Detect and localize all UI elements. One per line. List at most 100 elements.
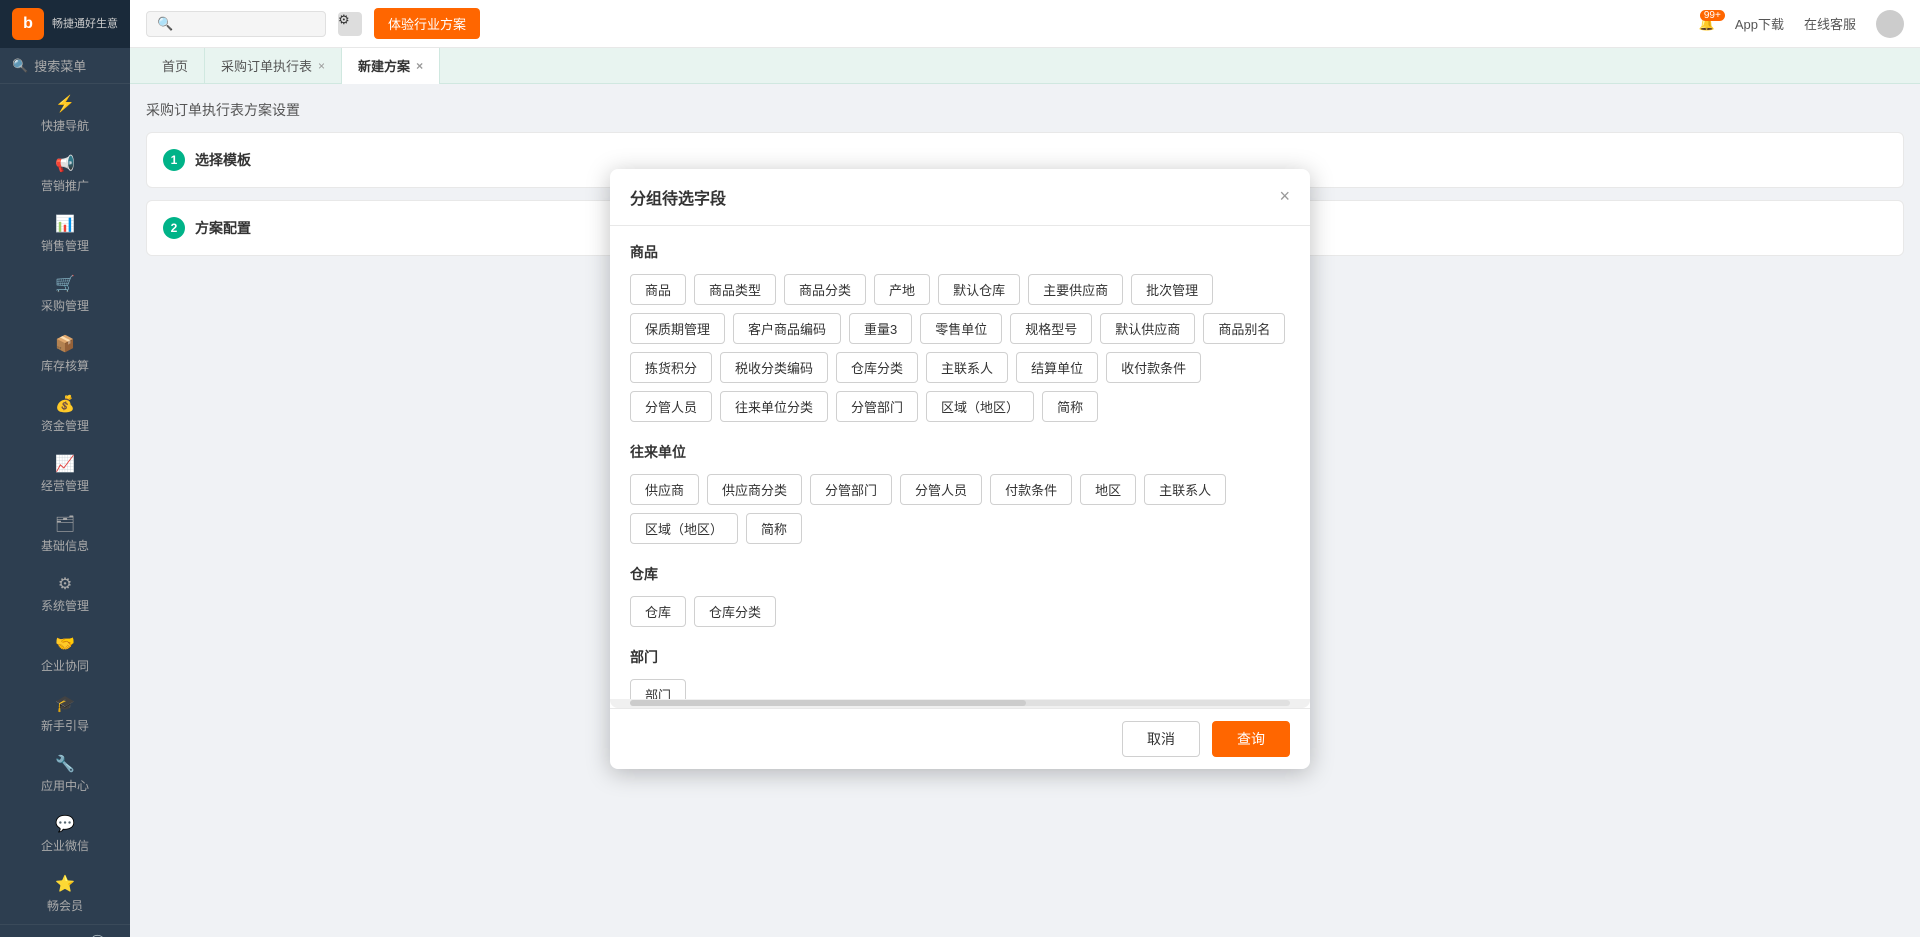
step1-num: 1: [163, 149, 185, 171]
field-tags-partner: 供应商供应商分类分管部门分管人员付款条件地区主联系人区域（地区） 简称: [630, 474, 1290, 544]
sidebar-search[interactable]: 🔍 搜索菜单: [0, 48, 130, 84]
field-tag[interactable]: 税收分类编码: [720, 352, 828, 383]
field-tag[interactable]: 仓库分类: [694, 596, 776, 627]
field-tag[interactable]: 往来单位分类: [720, 391, 828, 422]
field-tag[interactable]: 商品: [630, 274, 686, 305]
field-tags-department: 部门: [630, 679, 1290, 700]
field-tag[interactable]: 保质期管理: [630, 313, 725, 344]
field-tag[interactable]: 主联系人: [926, 352, 1008, 383]
field-tag[interactable]: 区域（地区）: [630, 513, 738, 544]
sidebar-item-hui[interactable]: ⭐畅会员: [0, 864, 130, 924]
field-tag[interactable]: 供应商: [630, 474, 699, 505]
tab-purchase[interactable]: 采购订单执行表×: [205, 48, 342, 84]
modal-body: 商品商品商品类型商品分类产地默认仓库主要供应商批次管理保质期管理客户商品编码重量…: [610, 226, 1310, 700]
field-tag[interactable]: 分管人员: [900, 474, 982, 505]
field-group-goods: 商品商品商品类型商品分类产地默认仓库主要供应商批次管理保质期管理客户商品编码重量…: [630, 242, 1290, 422]
modal-close-btn[interactable]: ×: [1279, 186, 1290, 207]
topbar-gear-icon[interactable]: ⚙: [338, 12, 362, 36]
field-tag[interactable]: 默认供应商: [1100, 313, 1195, 344]
logo-icon: b: [12, 8, 44, 40]
field-group-title-department: 部门: [630, 647, 1290, 667]
sidebar-item-yingyong[interactable]: 🔧应用中心: [0, 744, 130, 804]
topbar: 🔍 ⚙ 体验行业方案 🔔99+ App下载 在线客服: [130, 0, 1920, 48]
field-tag[interactable]: 仓库: [630, 596, 686, 627]
step2-num: 2: [163, 217, 185, 239]
user-avatar[interactable]: [1876, 10, 1904, 38]
field-tag[interactable]: 客户商品编码: [733, 313, 841, 344]
field-tag[interactable]: 收付款条件: [1106, 352, 1201, 383]
modal-hscrollbar[interactable]: [610, 699, 1310, 707]
sidebar-item-xitong[interactable]: ⚙系统管理: [0, 564, 130, 624]
modal-header: 分组待选字段 ×: [610, 169, 1310, 226]
confirm-button[interactable]: 查询: [1212, 721, 1290, 757]
field-group-title-partner: 往来单位: [630, 442, 1290, 462]
field-tag[interactable]: 重量3: [849, 313, 912, 344]
modal-title: 分组待选字段: [630, 185, 726, 209]
field-tag[interactable]: 付款条件: [990, 474, 1072, 505]
field-select-modal: 分组待选字段 × 商品商品商品类型商品分类产地默认仓库主要供应商批次管理保质期管…: [610, 169, 1310, 769]
logo-text: 畅捷通好生意: [52, 17, 118, 31]
field-tag[interactable]: 地区: [1080, 474, 1136, 505]
sidebar-item-caigou[interactable]: 🛒采购管理: [0, 264, 130, 324]
cancel-button[interactable]: 取消: [1122, 721, 1200, 757]
sidebar-item-jichu[interactable]: 🗂基础信息: [0, 504, 130, 564]
breadcrumb: 采购订单执行表方案设置: [146, 100, 1904, 120]
tab-home[interactable]: 首页: [146, 48, 205, 84]
sidebar-item-kuaijie[interactable]: ⚡快捷导航: [0, 84, 130, 144]
sidebar-bottom: ⚙ 🔊: [0, 924, 130, 937]
field-group-department: 部门部门: [630, 647, 1290, 700]
sidebar-item-yingxiao[interactable]: 📢营销推广: [0, 144, 130, 204]
search-icon: 🔍: [12, 58, 28, 74]
step1-label: 选择模板: [195, 150, 251, 170]
field-tag[interactable]: 商品分类: [784, 274, 866, 305]
field-tag[interactable]: 分管部门: [810, 474, 892, 505]
step2-label: 方案配置: [195, 218, 251, 238]
field-tag[interactable]: 规格型号: [1010, 313, 1092, 344]
field-tag[interactable]: 商品类型: [694, 274, 776, 305]
sidebar-search-label: 搜索菜单: [34, 56, 86, 75]
field-group-title-goods: 商品: [630, 242, 1290, 262]
experience-btn[interactable]: 体验行业方案: [374, 8, 480, 39]
field-tag[interactable]: 区域（地区）: [926, 391, 1034, 422]
field-tag[interactable]: 产地: [874, 274, 930, 305]
field-group-title-warehouse: 仓库: [630, 564, 1290, 584]
field-tag[interactable]: 批次管理: [1131, 274, 1213, 305]
field-tag[interactable]: 结算单位: [1016, 352, 1098, 383]
tab-close-icon[interactable]: ×: [416, 59, 423, 73]
topbar-search-input[interactable]: [179, 16, 299, 31]
online-service-link[interactable]: 在线客服: [1804, 14, 1856, 33]
sidebar-item-zijin[interactable]: 💰资金管理: [0, 384, 130, 444]
field-tags-goods: 商品商品类型商品分类产地默认仓库主要供应商批次管理保质期管理客户商品编码重量3 零…: [630, 274, 1290, 422]
sidebar-item-kucun[interactable]: 📦库存核算: [0, 324, 130, 384]
field-tag[interactable]: 供应商分类: [707, 474, 802, 505]
sidebar-item-xiaoshou[interactable]: 📊销售管理: [0, 204, 130, 264]
field-group-partner: 往来单位供应商供应商分类分管部门分管人员付款条件地区主联系人区域（地区） 简称: [630, 442, 1290, 544]
field-tag[interactable]: 拣货积分: [630, 352, 712, 383]
app-logo: b 畅捷通好生意: [0, 0, 130, 48]
topbar-search[interactable]: 🔍: [146, 11, 326, 37]
field-tag[interactable]: 商品别名: [1203, 313, 1285, 344]
field-tag[interactable]: 零售单位: [920, 313, 1002, 344]
modal-footer: 取消 查询: [610, 708, 1310, 769]
field-tag[interactable]: 分管部门: [836, 391, 918, 422]
sidebar-item-qiye[interactable]: 🤝企业协同: [0, 624, 130, 684]
sidebar-item-jingying[interactable]: 📈经营管理: [0, 444, 130, 504]
field-tag[interactable]: 简称: [1042, 391, 1098, 422]
field-group-warehouse: 仓库仓库仓库分类: [630, 564, 1290, 627]
topbar-search-icon: 🔍: [157, 16, 173, 32]
field-tag[interactable]: 默认仓库: [938, 274, 1020, 305]
app-download-link[interactable]: App下载: [1735, 14, 1784, 33]
field-tag[interactable]: 主联系人: [1144, 474, 1226, 505]
field-tag[interactable]: 仓库分类: [836, 352, 918, 383]
tabbar: 首页采购订单执行表×新建方案×: [130, 48, 1920, 84]
sidebar-item-xinshou[interactable]: 🎓新手引导: [0, 684, 130, 744]
sidebar-item-weixin[interactable]: 💬企业微信: [0, 804, 130, 864]
field-tag[interactable]: 简称: [746, 513, 802, 544]
tab-new_plan[interactable]: 新建方案×: [342, 48, 440, 84]
notification-icon[interactable]: 🔔99+: [1699, 16, 1715, 32]
tab-close-icon[interactable]: ×: [318, 59, 325, 73]
field-tag[interactable]: 部门: [630, 679, 686, 700]
field-tag[interactable]: 主要供应商: [1028, 274, 1123, 305]
notification-badge: 99+: [1700, 10, 1725, 21]
field-tag[interactable]: 分管人员: [630, 391, 712, 422]
